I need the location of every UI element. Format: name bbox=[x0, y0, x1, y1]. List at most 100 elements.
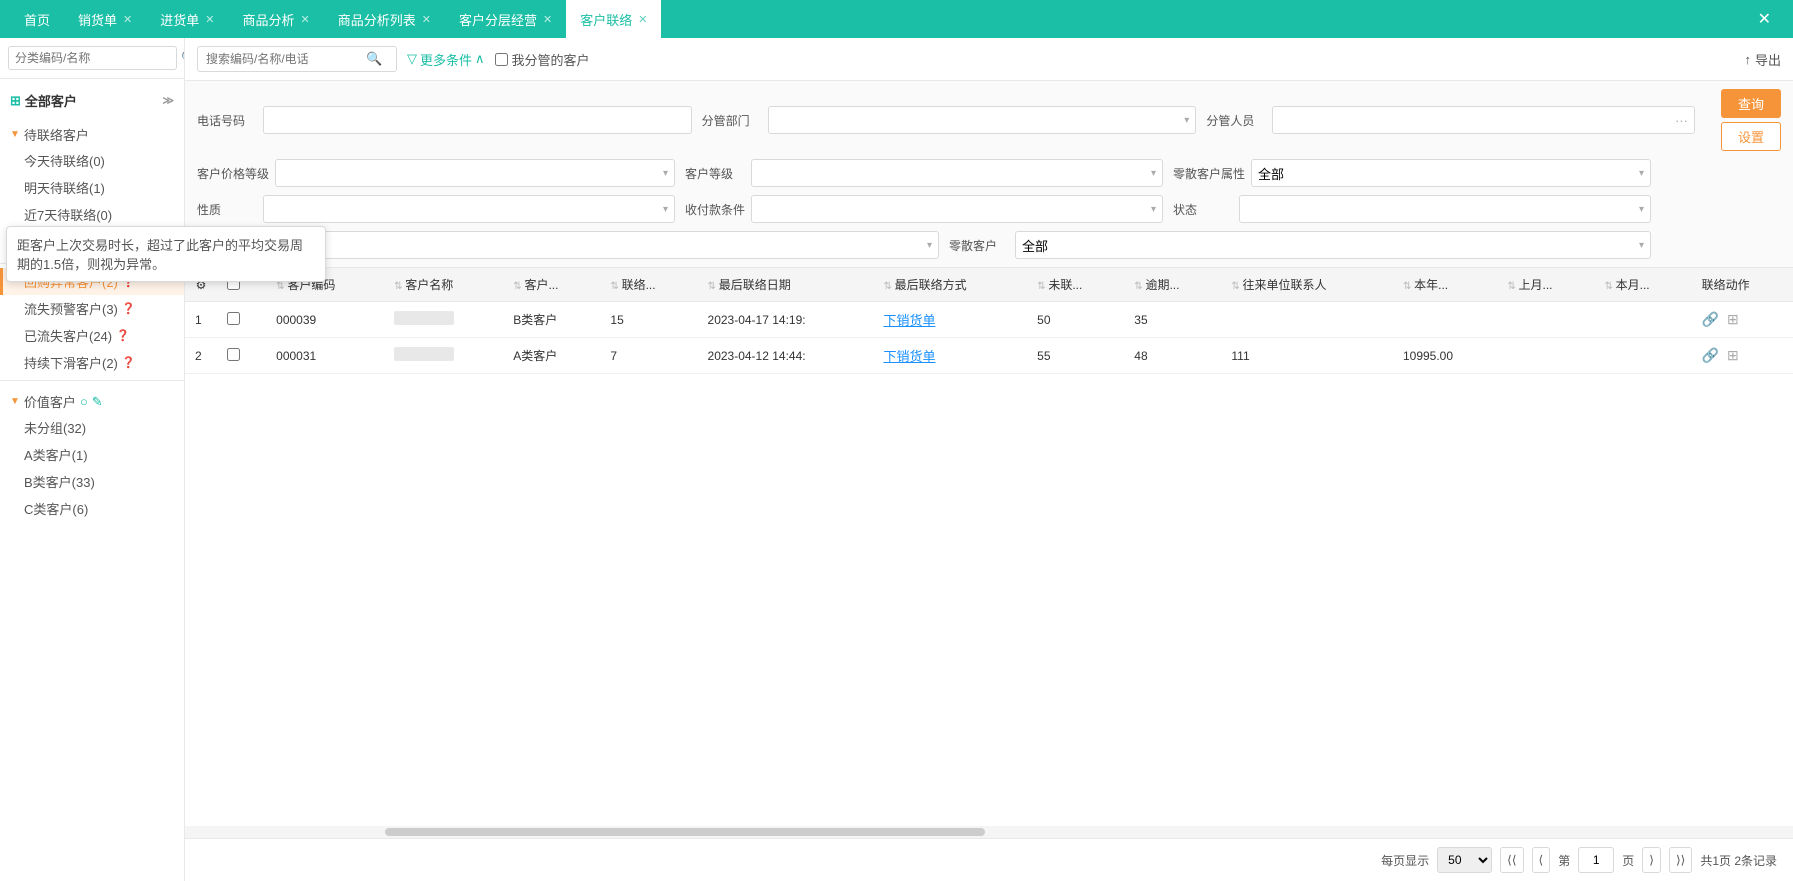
gender-select[interactable]: ▾ bbox=[263, 195, 675, 223]
more-conditions-button[interactable]: ▽ 更多条件 ∧ bbox=[407, 50, 485, 69]
retail-attr-select[interactable]: 全部 ▾ bbox=[1251, 159, 1651, 187]
sidebar-item-today[interactable]: 今天待联络(0) bbox=[0, 147, 184, 174]
all-customers-section: ⊞ 全部客户 ≫ bbox=[0, 79, 184, 118]
filter-row-3: 性质 ▾ 收付款条件 ▾ 状态 bbox=[197, 195, 1781, 223]
horizontal-scrollbar[interactable] bbox=[185, 826, 1793, 838]
pending-contact-header[interactable]: ▼ 待联络客户 bbox=[0, 122, 184, 147]
close-icon[interactable]: ✕ bbox=[422, 13, 431, 26]
row-select-checkbox[interactable] bbox=[227, 312, 240, 325]
filter-price-level: 客户价格等级 ▾ bbox=[197, 159, 675, 187]
action-cell: 🔗 ⊞ bbox=[1692, 338, 1793, 374]
sidebar-item-churn-warning[interactable]: 流失预警客户(3) ❓ bbox=[0, 295, 184, 322]
link-icon[interactable]: 🔗 bbox=[1702, 311, 1719, 328]
close-icon[interactable]: ✕ bbox=[205, 13, 214, 26]
row-select-checkbox[interactable] bbox=[227, 348, 240, 361]
export-button[interactable]: ↑ 导出 bbox=[1744, 50, 1781, 69]
nav-customer-contact[interactable]: 客户联络 ✕ bbox=[566, 0, 661, 38]
status-select[interactable]: ▾ bbox=[1239, 195, 1651, 223]
this-month-column-header[interactable]: 本月... bbox=[1594, 268, 1691, 302]
filter-panel: 电话号码 分管部门 ▾ 分管人员 ··· bbox=[185, 81, 1793, 268]
price-level-select[interactable]: ▾ bbox=[275, 159, 675, 187]
nav-product-analysis-list[interactable]: 商品分析列表 ✕ bbox=[324, 0, 445, 38]
last-contact-method[interactable]: 下销货单 bbox=[873, 302, 1027, 338]
last-month-column-header[interactable]: 上月... bbox=[1497, 268, 1594, 302]
last-month-amount bbox=[1497, 302, 1594, 338]
unit-contact bbox=[1221, 302, 1393, 338]
manager-select[interactable]: ··· bbox=[1272, 106, 1695, 134]
close-icon[interactable]: ✕ bbox=[123, 13, 132, 26]
filter-payment: 收付款条件 ▾ bbox=[685, 195, 1163, 223]
prev-page-button[interactable]: ⟨ bbox=[1532, 847, 1551, 873]
phone-input[interactable] bbox=[263, 106, 692, 134]
retail-select[interactable]: 全部 ▾ bbox=[1015, 231, 1651, 259]
contact-column-header[interactable]: 联络... bbox=[600, 268, 697, 302]
sidebar-item-ungrouped[interactable]: 未分组(32) bbox=[0, 414, 184, 441]
window-close-button[interactable]: ✕ bbox=[1746, 9, 1783, 29]
nav-product-analysis[interactable]: 商品分析 ✕ bbox=[228, 0, 323, 38]
pending-column-header[interactable]: 未联... bbox=[1027, 268, 1124, 302]
sidebar-item-7days[interactable]: 近7天待联络(0) bbox=[0, 201, 184, 228]
type-column-header[interactable]: 客户... bbox=[503, 268, 600, 302]
search-input[interactable] bbox=[206, 52, 366, 66]
last-contact-date: 2023-04-12 14:44: bbox=[698, 338, 874, 374]
dept-select[interactable]: ▾ bbox=[768, 106, 1197, 134]
collapse-icon[interactable]: ≫ bbox=[162, 94, 174, 107]
sidebar-item-lost[interactable]: 已流失客户(24) ❓ bbox=[0, 322, 184, 349]
overdue-column-header[interactable]: 逾期... bbox=[1124, 268, 1221, 302]
nav-customer-segments[interactable]: 客户分层经营 ✕ bbox=[445, 0, 566, 38]
link-icon[interactable]: 🔗 bbox=[1702, 347, 1719, 364]
payment-select[interactable]: ▾ bbox=[751, 195, 1163, 223]
customer-type: A类客户 bbox=[503, 338, 600, 374]
close-icon[interactable]: ✕ bbox=[301, 13, 310, 26]
customer-level-select[interactable]: ▾ bbox=[751, 159, 1163, 187]
search-bar: 🔍 ▽ 更多条件 ∧ 我分管的客户 ↑ 导出 bbox=[185, 38, 1793, 81]
grid-action-icon[interactable]: ⊞ bbox=[1727, 347, 1739, 364]
first-page-button[interactable]: ⟨⟨ bbox=[1500, 847, 1523, 873]
grid-action-icon[interactable]: ⊞ bbox=[1727, 311, 1739, 328]
value-customer-header[interactable]: ▼ 价值客户 ○ ✎ bbox=[0, 389, 184, 414]
row-index: 1 bbox=[185, 302, 217, 338]
this-year-column-header[interactable]: 本年... bbox=[1393, 268, 1497, 302]
edit-icon[interactable]: ○ bbox=[80, 394, 88, 409]
export-icon: ↑ bbox=[1744, 52, 1751, 67]
top-navigation: 首页 销货单 ✕ 进货单 ✕ 商品分析 ✕ 商品分析列表 ✕ 客户分层经营 ✕ … bbox=[0, 0, 1793, 38]
customer-name bbox=[384, 302, 503, 338]
nav-home[interactable]: 首页 bbox=[10, 0, 64, 38]
row-checkbox[interactable] bbox=[217, 302, 266, 338]
customer-type-select[interactable]: ▾ bbox=[303, 231, 939, 259]
filter-customer-level: 客户等级 ▾ bbox=[685, 159, 1163, 187]
nav-purchase-order[interactable]: 进货单 ✕ bbox=[146, 0, 228, 38]
sidebar-item-a-class[interactable]: A类客户(1) bbox=[0, 441, 184, 468]
action-cell: 🔗 ⊞ bbox=[1692, 302, 1793, 338]
settings-icon[interactable]: ✎ bbox=[92, 394, 103, 410]
page-input[interactable] bbox=[1578, 847, 1614, 873]
last-contact-method[interactable]: 下销货单 bbox=[873, 338, 1027, 374]
table-row: 1 000039 B类客户 15 2023-04-17 14:19: 下销货单 … bbox=[185, 302, 1793, 338]
query-button[interactable]: 查询 bbox=[1721, 89, 1781, 118]
settings-button[interactable]: 设置 bbox=[1721, 122, 1781, 151]
sidebar-item-declining[interactable]: 持续下滑客户(2) ❓ bbox=[0, 349, 184, 376]
unit-contact-column-header[interactable]: 往来单位联系人 bbox=[1221, 268, 1393, 302]
sidebar-item-tomorrow[interactable]: 明天待联络(1) bbox=[0, 174, 184, 201]
last-contact-date-column-header[interactable]: 最后联络日期 bbox=[698, 268, 874, 302]
sidebar-search-input[interactable] bbox=[8, 46, 177, 70]
page-size-select[interactable]: 50 100 200 bbox=[1437, 847, 1492, 873]
sidebar-item-b-class[interactable]: B类客户(33) bbox=[0, 468, 184, 495]
last-contact-method-column-header[interactable]: 最后联络方式 bbox=[873, 268, 1027, 302]
my-customers-check[interactable] bbox=[495, 53, 508, 66]
search-icon[interactable]: 🔍 bbox=[366, 51, 382, 67]
nav-sales-order[interactable]: 销货单 ✕ bbox=[64, 0, 146, 38]
all-customers-header[interactable]: ⊞ 全部客户 ≫ bbox=[10, 87, 174, 114]
scrollbar-thumb[interactable] bbox=[385, 828, 985, 836]
my-customers-checkbox[interactable]: 我分管的客户 bbox=[495, 50, 590, 69]
next-page-button[interactable]: ⟩ bbox=[1642, 847, 1661, 873]
chevron-down-icon: ▾ bbox=[1639, 240, 1644, 251]
sidebar-item-c-class[interactable]: C类客户(6) bbox=[0, 495, 184, 522]
pending-days: 55 bbox=[1027, 338, 1124, 374]
row-checkbox[interactable] bbox=[217, 338, 266, 374]
name-column-header[interactable]: 客户名称 bbox=[384, 268, 503, 302]
last-page-button[interactable]: ⟩⟩ bbox=[1669, 847, 1692, 873]
close-icon[interactable]: ✕ bbox=[543, 13, 552, 26]
close-icon[interactable]: ✕ bbox=[638, 13, 647, 26]
contact-count: 7 bbox=[600, 338, 697, 374]
